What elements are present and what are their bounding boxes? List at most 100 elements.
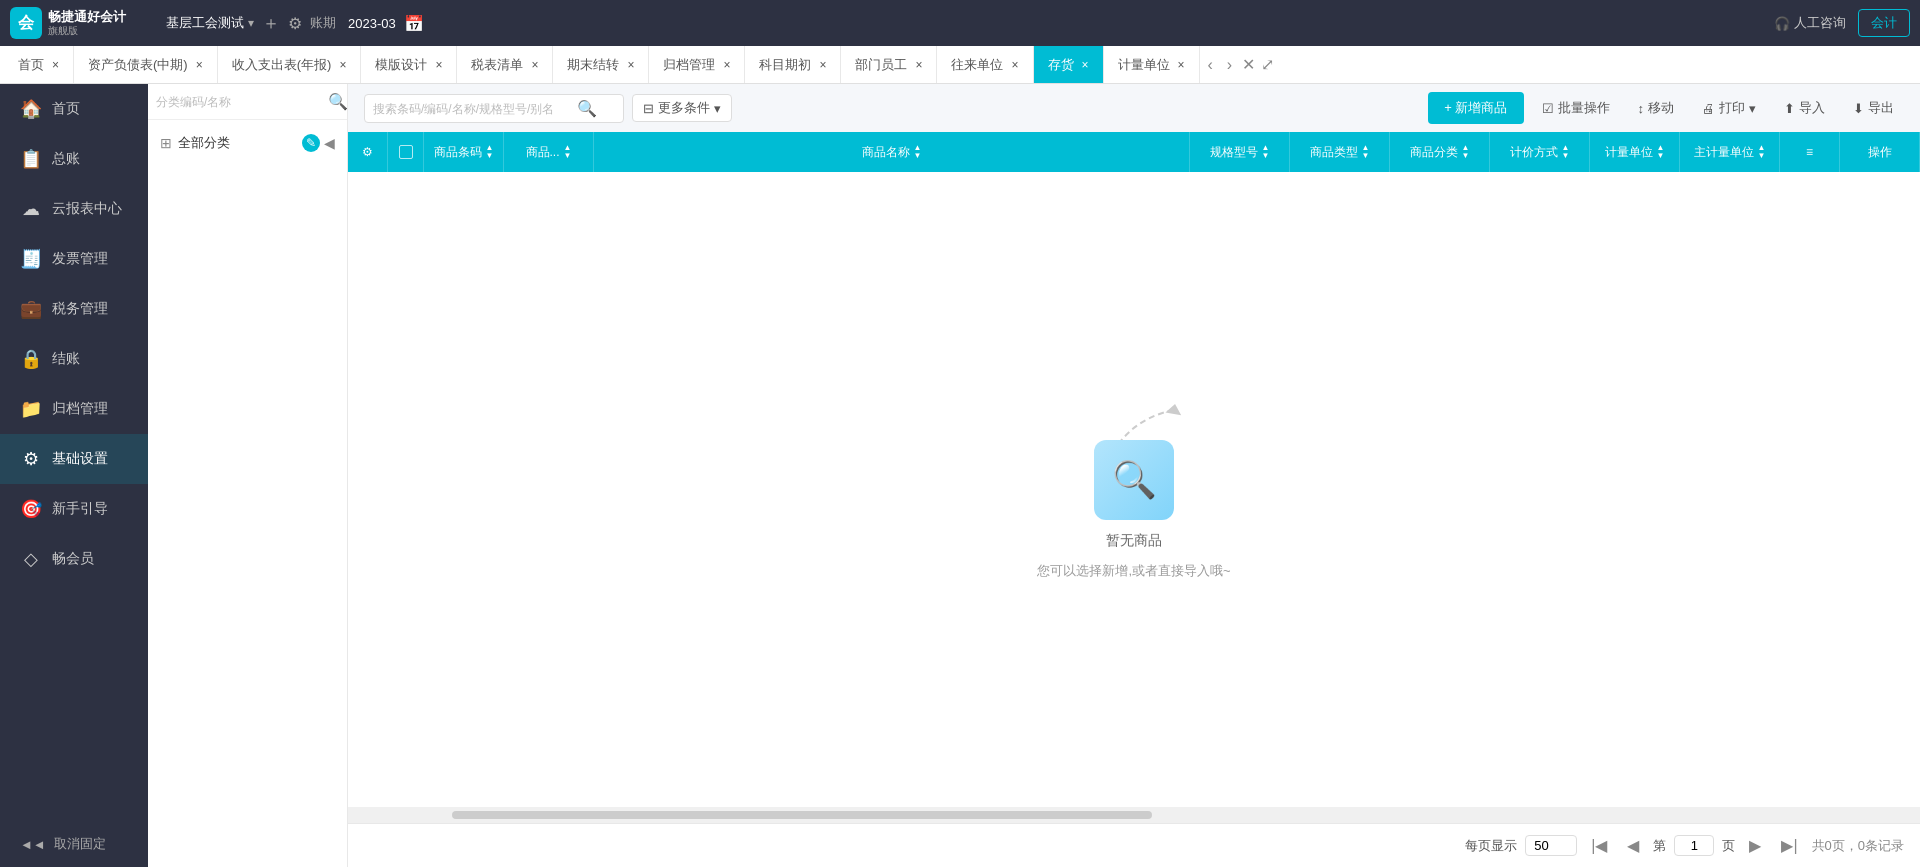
tab-close-icon[interactable]: × xyxy=(1082,58,1089,72)
tab-label: 归档管理 xyxy=(663,56,715,74)
move-button[interactable]: ↕ 移动 xyxy=(1628,93,1685,123)
tab-expand-button[interactable]: ⤢ xyxy=(1259,53,1276,76)
sidebar-item-home[interactable]: 🏠 首页 xyxy=(0,84,148,134)
batch-button[interactable]: ☑ 批量操作 xyxy=(1532,93,1620,123)
tab-label: 科目期初 xyxy=(759,56,811,74)
tab-partner[interactable]: 往来单位 × xyxy=(937,46,1033,84)
tab-inventory[interactable]: 存货 × xyxy=(1034,46,1104,84)
col-unit[interactable]: 计量单位 ▲▼ xyxy=(1590,132,1680,172)
page-first-button[interactable]: |◀ xyxy=(1585,834,1613,857)
col-barcode[interactable]: 商品条码 ▲▼ xyxy=(424,132,504,172)
sort-icon: ▲▼ xyxy=(1462,144,1470,160)
sidebar-item-guide[interactable]: 🎯 新手引导 xyxy=(0,484,148,534)
sidebar-item-tax[interactable]: 💼 税务管理 xyxy=(0,284,148,334)
tab-close-all-button[interactable]: ✕ xyxy=(1240,53,1257,76)
tab-label: 模版设计 xyxy=(375,56,427,74)
category-search-input[interactable] xyxy=(156,94,324,109)
category-search-button[interactable]: 🔍 xyxy=(328,92,348,111)
col-price-method[interactable]: 计价方式 ▲▼ xyxy=(1490,132,1590,172)
col-main-unit[interactable]: 主计量单位 ▲▼ xyxy=(1680,132,1780,172)
tab-unit[interactable]: 计量单位 × xyxy=(1104,46,1200,84)
sort-icon: ▲▼ xyxy=(486,144,494,160)
sidebar-pin-toggle[interactable]: ◄◄ 取消固定 xyxy=(0,821,148,867)
sidebar-item-cloud[interactable]: ☁ 云报表中心 xyxy=(0,184,148,234)
col-code[interactable]: 商品... ▲▼ xyxy=(504,132,594,172)
page-next-button[interactable]: ▶ xyxy=(1743,834,1767,857)
tab-close-icon[interactable]: × xyxy=(627,58,634,72)
tab-home[interactable]: 首页 × xyxy=(4,46,74,84)
product-search-button[interactable]: 🔍 xyxy=(577,99,597,118)
scroll-thumb[interactable] xyxy=(452,811,1152,819)
company-selector[interactable]: 基层工会测试 ▾ xyxy=(166,14,254,32)
import-button[interactable]: ⬆ 导入 xyxy=(1774,93,1835,123)
tab-close-icon[interactable]: × xyxy=(819,58,826,72)
product-search-input[interactable] xyxy=(373,101,573,116)
add-product-button[interactable]: + 新增商品 xyxy=(1428,92,1523,124)
sidebar-item-member[interactable]: ◇ 畅会员 xyxy=(0,534,148,584)
col-settings[interactable]: ⚙ xyxy=(348,132,388,172)
member-icon: ◇ xyxy=(20,548,42,570)
tab-close-icon[interactable]: × xyxy=(435,58,442,72)
print-button[interactable]: 🖨 打印 ▾ xyxy=(1692,93,1766,123)
tab-prev-button[interactable]: ‹ xyxy=(1202,54,1219,76)
sidebar-item-archive[interactable]: 📁 归档管理 xyxy=(0,384,148,434)
chevron-down-icon: ▾ xyxy=(248,16,254,30)
col-action: 操作 xyxy=(1840,132,1920,172)
collapse-icon[interactable]: ◀ xyxy=(324,135,335,151)
page-input[interactable] xyxy=(1674,835,1714,856)
tab-nav: ‹ › ✕ ⤢ xyxy=(1202,53,1277,76)
calendar-icon[interactable]: 📅 xyxy=(404,14,424,33)
per-page-select[interactable]: 20 50 100 200 xyxy=(1525,835,1577,856)
empty-icon: 🔍 xyxy=(1094,440,1174,520)
sidebar-item-settings[interactable]: ⚙ 基础设置 xyxy=(0,434,148,484)
col-unit-label: 计量单位 xyxy=(1605,144,1653,161)
tab-bar: 首页 × 资产负债表(中期) × 收入支出表(年报) × 模版设计 × 税表清单… xyxy=(0,46,1920,84)
page-prev-button[interactable]: ◀ xyxy=(1621,834,1645,857)
header-checkbox[interactable] xyxy=(399,145,413,159)
tab-close-icon[interactable]: × xyxy=(339,58,346,72)
tab-income[interactable]: 收入支出表(年报) × xyxy=(218,46,362,84)
tab-tax[interactable]: 税表清单 × xyxy=(457,46,553,84)
table-wrapper: ⚙ 商品条码 ▲▼ 商品... ▲▼ 商品名称 ▲▼ xyxy=(348,132,1920,867)
settings-icon[interactable]: ⚙ xyxy=(288,14,302,33)
tab-archive[interactable]: 归档管理 × xyxy=(649,46,745,84)
tab-close-icon[interactable]: × xyxy=(1178,58,1185,72)
tab-label: 首页 xyxy=(18,56,44,74)
export-button[interactable]: ⬇ 导出 xyxy=(1843,93,1904,123)
tab-close-icon[interactable]: × xyxy=(915,58,922,72)
tree-label: 全部分类 xyxy=(178,134,230,152)
tab-period[interactable]: 期末结转 × xyxy=(553,46,649,84)
more-filter-button[interactable]: ⊟ 更多条件 ▾ xyxy=(632,94,732,122)
horizontal-scrollbar[interactable] xyxy=(348,807,1920,823)
sidebar-item-invoice[interactable]: 🧾 发票管理 xyxy=(0,234,148,284)
service-button[interactable]: 🎧 人工咨询 xyxy=(1774,14,1846,32)
col-type[interactable]: 商品类型 ▲▼ xyxy=(1290,132,1390,172)
col-checkbox[interactable] xyxy=(388,132,424,172)
tab-next-button[interactable]: › xyxy=(1221,54,1238,76)
tab-dept[interactable]: 部门员工 × xyxy=(841,46,937,84)
tab-close-icon[interactable]: × xyxy=(1011,58,1018,72)
edit-icon[interactable]: ✎ xyxy=(302,134,320,152)
account-button[interactable]: 会计 xyxy=(1858,9,1910,37)
add-tab-icon[interactable]: ＋ xyxy=(262,11,280,35)
tab-template[interactable]: 模版设计 × xyxy=(361,46,457,84)
sidebar-item-ledger[interactable]: 📋 总账 xyxy=(0,134,148,184)
batch-label: 批量操作 xyxy=(1558,99,1610,117)
sidebar-item-close[interactable]: 🔒 结账 xyxy=(0,334,148,384)
sidebar-label-close: 结账 xyxy=(52,350,80,368)
tab-close-icon[interactable]: × xyxy=(196,58,203,72)
col-num[interactable]: ≡ xyxy=(1780,132,1840,172)
col-spec[interactable]: 规格型号 ▲▼ xyxy=(1190,132,1290,172)
all-categories-item[interactable]: ⊞ 全部分类 ✎ ◀ xyxy=(156,128,339,158)
main-layout: 🏠 首页 📋 总账 ☁ 云报表中心 🧾 发票管理 💼 税务管理 🔒 结账 📁 归… xyxy=(0,84,1920,867)
tab-label: 计量单位 xyxy=(1118,56,1170,74)
col-category[interactable]: 商品分类 ▲▼ xyxy=(1390,132,1490,172)
tab-close-icon[interactable]: × xyxy=(531,58,538,72)
tab-subject[interactable]: 科目期初 × xyxy=(745,46,841,84)
sort-icon: ▲▼ xyxy=(914,144,922,160)
page-last-button[interactable]: ▶| xyxy=(1775,834,1803,857)
tab-close-icon[interactable]: × xyxy=(52,58,59,72)
tab-close-icon[interactable]: × xyxy=(723,58,730,72)
tab-balance[interactable]: 资产负债表(中期) × xyxy=(74,46,218,84)
col-name[interactable]: 商品名称 ▲▼ xyxy=(594,132,1190,172)
